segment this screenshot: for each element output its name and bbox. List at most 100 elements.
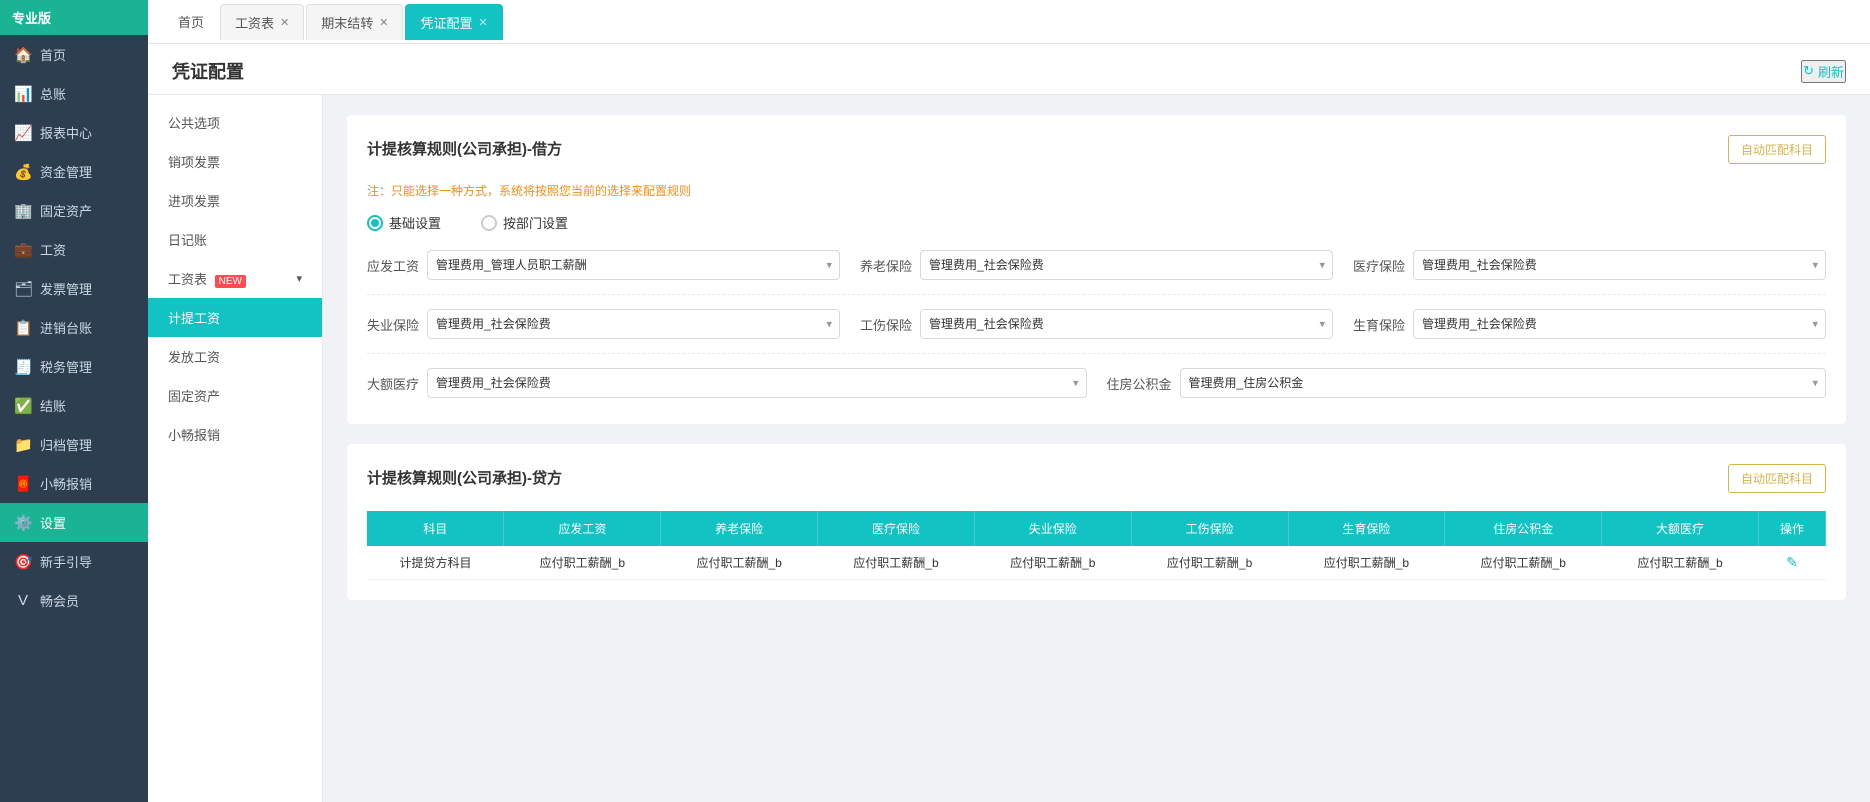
radio-dept-circle: [481, 215, 497, 231]
radio-basic-label: 基础设置: [389, 213, 441, 232]
tab-period-close[interactable]: 期末结转✕: [306, 4, 403, 40]
credit-th-6: 生育保险: [1288, 511, 1445, 546]
main-content: 计提核算规则(公司承担)-借方 自动匹配科目 注：只能选择一种方式，系统将按照您…: [323, 95, 1870, 802]
arrow-icon-payroll-table-nav: ▾: [296, 272, 302, 285]
form-select-0-2[interactable]: 管理费用_社会保险费: [1413, 250, 1826, 280]
debit-form-item-1-0: 失业保险 管理费用_社会保险费: [367, 309, 840, 339]
sidebar-label-funds: 资金管理: [40, 162, 92, 181]
left-nav-item-xiaochang-report[interactable]: 小畅报销: [148, 415, 322, 454]
form-select-1-0[interactable]: 管理费用_社会保险费: [427, 309, 840, 339]
sidebar-item-purchase-sales[interactable]: 📋 进销台账: [0, 308, 148, 347]
credit-th-8: 大额医疗: [1602, 511, 1759, 546]
page-header: 凭证配置 ↻ 刷新: [148, 44, 1870, 95]
left-nav-label-disbursement-payroll: 发放工资: [168, 347, 220, 366]
sidebar-item-closing[interactable]: ✅ 结账: [0, 386, 148, 425]
debit-section-note: 注：只能选择一种方式，系统将按照您当前的选择来配置规则: [367, 182, 1826, 199]
form-label-0-1: 养老保险: [860, 256, 912, 275]
left-nav-item-journal[interactable]: 日记账: [148, 220, 322, 259]
form-select-wrap-1-0: 管理费用_社会保险费: [427, 309, 840, 339]
left-nav-item-cancel-invoice[interactable]: 销项发票: [148, 142, 322, 181]
radio-basic[interactable]: 基础设置: [367, 213, 441, 232]
credit-td-0-2: 应付职工薪酬_b: [661, 546, 818, 580]
form-select-0-1[interactable]: 管理费用_社会保险费: [920, 250, 1333, 280]
credit-td-0-8: 应付职工薪酬_b: [1602, 546, 1759, 580]
form-label-0-0: 应发工资: [367, 256, 419, 275]
radio-dept[interactable]: 按部门设置: [481, 213, 568, 232]
tab-close-voucher-config[interactable]: ✕: [479, 16, 488, 29]
tab-label-voucher-config: 凭证配置: [420, 13, 472, 32]
sidebar-label-payroll: 工资: [40, 240, 66, 259]
debit-form-item-0-2: 医疗保险 管理费用_社会保险费: [1353, 250, 1826, 280]
debit-section-title: 计提核算规则(公司承担)-借方: [367, 138, 562, 159]
credit-td-0-4: 应付职工薪酬_b: [974, 546, 1131, 580]
refresh-label: 刷新: [1818, 62, 1844, 81]
debit-form-row-0: 应发工资 管理费用_管理人员职工薪酬 养老保险 管理费用_社会保险费 医疗保险 …: [367, 250, 1826, 280]
tab-close-period-close[interactable]: ✕: [379, 16, 388, 29]
sidebar-label-home: 首页: [40, 45, 66, 64]
form-label-0-2: 医疗保险: [1353, 256, 1405, 275]
sidebar-item-reports[interactable]: 📈 报表中心: [0, 113, 148, 152]
sidebar-item-archive[interactable]: 📁 归档管理: [0, 425, 148, 464]
left-nav-item-payroll-table-nav[interactable]: 工资表 NEW▾: [148, 259, 322, 298]
tab-label-home: 首页: [178, 12, 204, 31]
sidebar-label-general-ledger: 总账: [40, 84, 66, 103]
debit-form-item-2-0: 大额医疗 管理费用_社会保险费: [367, 368, 1087, 398]
sidebar-label-guide: 新手引导: [40, 552, 92, 571]
left-nav-item-accrual-payroll[interactable]: 计提工资: [148, 298, 322, 337]
form-select-1-2[interactable]: 管理费用_社会保险费: [1413, 309, 1826, 339]
sidebar-item-xiaochang-expense[interactable]: 🧧 小畅报销: [0, 464, 148, 503]
tab-voucher-config[interactable]: 凭证配置 ✕: [405, 4, 502, 40]
form-select-2-1[interactable]: 管理费用_住房公积金: [1180, 368, 1826, 398]
edition-label: 专业版: [12, 11, 51, 26]
sidebar-item-funds[interactable]: 💰 资金管理: [0, 152, 148, 191]
left-nav: 公共选项销项发票进项发票日记账工资表 NEW▾ 计提工资发放工资固定资产小畅报销: [148, 95, 323, 802]
sidebar-item-fixed-assets[interactable]: 🏢 固定资产: [0, 191, 148, 230]
credit-auto-match-button[interactable]: 自动匹配科目: [1728, 464, 1826, 493]
sidebar-item-invoice[interactable]: 🗂 发票管理: [0, 269, 148, 308]
sidebar-item-settings[interactable]: ⚙️ 设置: [0, 503, 148, 542]
credit-td-0-3: 应付职工薪酬_b: [818, 546, 975, 580]
sidebar-icon-tax: 🧾: [14, 358, 32, 376]
sidebar-label-archive: 归档管理: [40, 435, 92, 454]
edit-icon-0[interactable]: ✎: [1786, 554, 1798, 570]
debit-form-item-2-1: 住房公积金 管理费用_住房公积金: [1107, 368, 1827, 398]
credit-td-0-7: 应付职工薪酬_b: [1445, 546, 1602, 580]
form-select-wrap-1-2: 管理费用_社会保险费: [1413, 309, 1826, 339]
form-label-1-0: 失业保险: [367, 315, 419, 334]
sidebar-item-payroll[interactable]: 💼 工资: [0, 230, 148, 269]
form-select-1-1[interactable]: 管理费用_社会保险费: [920, 309, 1333, 339]
tab-payroll-table[interactable]: 工资表✕: [220, 4, 304, 40]
left-nav-label-accrual-payroll: 计提工资: [168, 308, 220, 327]
tab-close-payroll-table[interactable]: ✕: [280, 16, 289, 29]
form-label-2-1: 住房公积金: [1107, 374, 1172, 393]
sidebar-icon-fixed-assets: 🏢: [14, 202, 32, 220]
left-nav-item-disbursement-payroll[interactable]: 发放工资: [148, 337, 322, 376]
credit-td-0-6: 应付职工薪酬_b: [1288, 546, 1445, 580]
sidebar-item-tax[interactable]: 🧾 税务管理: [0, 347, 148, 386]
debit-section-header: 计提核算规则(公司承担)-借方 自动匹配科目: [367, 135, 1826, 172]
refresh-icon: ↻: [1803, 63, 1814, 79]
sidebar-item-guide[interactable]: 🎯 新手引导: [0, 542, 148, 581]
form-select-2-0[interactable]: 管理费用_社会保险费: [427, 368, 1086, 398]
left-nav-item-public-options[interactable]: 公共选项: [148, 103, 322, 142]
form-select-0-0[interactable]: 管理费用_管理人员职工薪酬: [427, 250, 840, 280]
left-nav-label-journal: 日记账: [168, 230, 207, 249]
tab-home[interactable]: 首页: [164, 4, 218, 40]
form-select-wrap-0-1: 管理费用_社会保险费: [920, 250, 1333, 280]
form-label-1-2: 生育保险: [1353, 315, 1405, 334]
left-nav-item-input-invoice[interactable]: 进项发票: [148, 181, 322, 220]
content-area: 公共选项销项发票进项发票日记账工资表 NEW▾计提工资发放工资固定资产小畅报销 …: [148, 95, 1870, 802]
credit-th-1: 应发工资: [504, 511, 661, 546]
credit-th-0: 科目: [367, 511, 504, 546]
refresh-button[interactable]: ↻ 刷新: [1801, 60, 1846, 83]
sidebar-label-reports: 报表中心: [40, 123, 92, 142]
sidebar-item-member[interactable]: V 畅会员: [0, 581, 148, 620]
left-nav-item-fixed-assets-nav[interactable]: 固定资产: [148, 376, 322, 415]
main-area: 首页工资表✕期末结转✕ 凭证配置 ✕ 凭证配置 ↻ 刷新 公共选项销项发票进项发票日…: [148, 0, 1870, 802]
debit-auto-match-button[interactable]: 自动匹配科目: [1728, 135, 1826, 164]
sidebar-item-general-ledger[interactable]: 📊 总账: [0, 74, 148, 113]
sidebar-icon-payroll: 💼: [14, 241, 32, 259]
sidebar-item-home[interactable]: 🏠 首页: [0, 35, 148, 74]
credit-td-0-9[interactable]: ✎: [1758, 546, 1825, 580]
debit-form-item-0-0: 应发工资 管理费用_管理人员职工薪酬: [367, 250, 840, 280]
